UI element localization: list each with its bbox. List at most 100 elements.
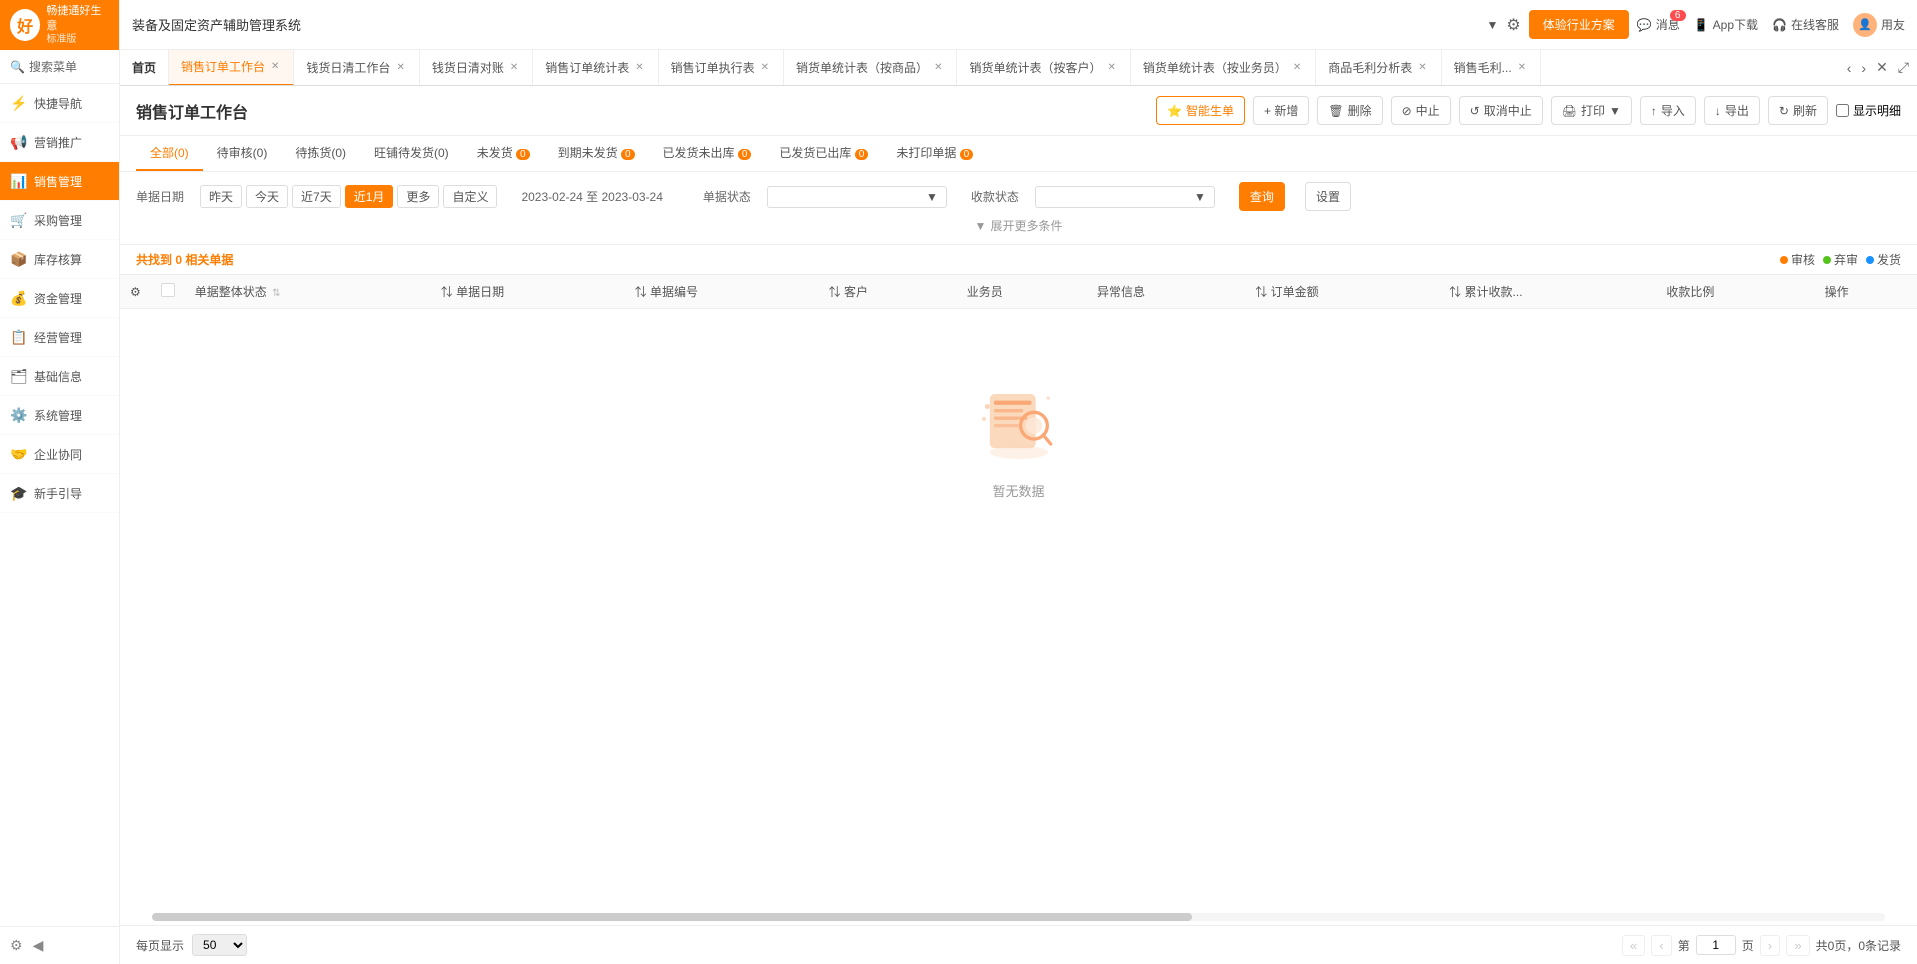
tab-close-order-stats[interactable]: ✕ (633, 61, 645, 74)
import-btn[interactable]: ↑ 导入 (1640, 96, 1696, 125)
first-page-btn[interactable]: « (1622, 935, 1645, 956)
show-detail-checkbox[interactable] (1836, 104, 1849, 117)
system-dropdown[interactable]: ▼ (1486, 18, 1498, 32)
tab-daily-clearance[interactable]: 钱货日清工作台 ✕ (294, 50, 419, 86)
tab-close-daily-reconcile[interactable]: ✕ (508, 61, 520, 74)
tab-sales-workbench[interactable]: 销售订单工作台 ✕ (169, 50, 294, 86)
tab-close-goods-stats[interactable]: ✕ (932, 61, 944, 74)
tab-close-sales-workbench[interactable]: ✕ (269, 60, 281, 73)
sidebar-item-basic[interactable]: 🗂 基础信息 (0, 357, 119, 396)
app-download-item[interactable]: 📱 App下载 (1694, 16, 1758, 33)
online-service-item[interactable]: 🎧 在线客服 (1772, 16, 1839, 33)
next-page-btn[interactable]: › (1760, 935, 1780, 956)
sidebar-item-finance[interactable]: 💰 资金管理 (0, 279, 119, 318)
th-settings[interactable]: ⚙ (120, 275, 151, 309)
sidebar-item-newbie[interactable]: 🎓 新手引导 (0, 474, 119, 513)
sidebar-item-sales[interactable]: 📊 销售管理 (0, 162, 119, 201)
tab-scroll-right-icon[interactable]: › (1857, 58, 1870, 78)
stop-btn[interactable]: ⊘ 中止 (1391, 96, 1451, 125)
subtab-unprinted[interactable]: 未打印单据 0 (882, 136, 987, 171)
tab-profit-analysis[interactable]: 商品毛利分析表 ✕ (1316, 50, 1441, 86)
tab-customer-stats[interactable]: 销货单统计表（按客户） ✕ (957, 50, 1130, 86)
payment-select[interactable]: ▼ (1035, 186, 1215, 208)
tab-close-order-execute[interactable]: ✕ (759, 61, 771, 74)
tab-goods-stats[interactable]: 销货单统计表（按商品） ✕ (784, 50, 957, 86)
select-all-checkbox[interactable] (161, 283, 175, 297)
tab-sales-profit[interactable]: 销售毛利... ✕ (1442, 50, 1541, 86)
sidebar-item-inventory[interactable]: 📦 库存核算 (0, 240, 119, 279)
print-btn[interactable]: 🖨 打印 ▼ (1551, 96, 1632, 125)
subtab-shipped-not-out[interactable]: 已发货未出库 0 (649, 136, 766, 171)
page-input[interactable] (1696, 935, 1736, 955)
ship-action[interactable]: 发货 (1866, 251, 1901, 268)
tab-scroll-left-icon[interactable]: ‹ (1843, 58, 1856, 78)
experience-btn[interactable]: 体验行业方案 (1529, 10, 1629, 39)
sidebar-item-quick-nav[interactable]: ⚡ 快捷导航 (0, 84, 119, 123)
subtab-shipped-out[interactable]: 已发货已出库 0 (765, 136, 882, 171)
th-bill-number[interactable]: ⇅ 单据编号 (625, 275, 819, 309)
user-item[interactable]: 👤 用友 (1853, 13, 1905, 37)
subtab-pending-pick[interactable]: 待拣货(0) (281, 136, 360, 171)
th-payment-ratio[interactable]: 收款比例 (1656, 275, 1814, 309)
show-detail-label[interactable]: 显示明细 (1836, 102, 1901, 119)
subtab-unshipped[interactable]: 未发货 0 (463, 136, 544, 171)
date-1month-btn[interactable]: 近1月 (345, 185, 394, 208)
delete-btn[interactable]: 🗑 删除 (1317, 96, 1382, 125)
last-page-btn[interactable]: » (1786, 935, 1809, 956)
query-btn[interactable]: 查询 (1239, 182, 1285, 211)
tab-salesman-stats[interactable]: 销货单统计表（按业务员） ✕ (1131, 50, 1316, 86)
th-exception[interactable]: 异常信息 (1087, 275, 1245, 309)
tab-close-daily-clearance[interactable]: ✕ (394, 61, 406, 74)
prev-page-btn[interactable]: ‹ (1651, 935, 1671, 956)
per-page-select[interactable]: 50 10 20 100 (192, 934, 247, 956)
sidebar-item-marketing[interactable]: 📢 营销推广 (0, 123, 119, 162)
date-custom-btn[interactable]: 自定义 (443, 185, 497, 208)
message-item[interactable]: 💬 消息 6 (1637, 16, 1680, 33)
topbar-settings-icon[interactable]: ⚙ (1506, 15, 1520, 35)
sidebar-search[interactable]: 🔍 搜索菜单 (0, 50, 119, 84)
tab-order-execute[interactable]: 销售订单执行表 ✕ (659, 50, 784, 86)
status-select[interactable]: ▼ (767, 186, 947, 208)
date-more-btn[interactable]: 更多 (397, 185, 439, 208)
smart-create-btn[interactable]: ⭐ 智能生单 (1156, 96, 1245, 125)
sidebar-item-operations[interactable]: 📋 经营管理 (0, 318, 119, 357)
tab-home[interactable]: 首页 (120, 50, 169, 86)
tab-close-profit-analysis[interactable]: ✕ (1416, 61, 1428, 74)
tab-daily-reconcile[interactable]: 钱货日清对账 ✕ (420, 50, 533, 86)
tab-close-customer-stats[interactable]: ✕ (1105, 61, 1117, 74)
new-btn[interactable]: + 新增 (1253, 96, 1309, 125)
column-settings-icon[interactable]: ⚙ (130, 285, 141, 299)
date-7days-btn[interactable]: 近7天 (292, 185, 341, 208)
export-btn[interactable]: ↓ 导出 (1704, 96, 1760, 125)
unreview-action[interactable]: 弃审 (1823, 251, 1858, 268)
tab-close-salesman-stats[interactable]: ✕ (1291, 61, 1303, 74)
collapse-icon[interactable]: ◀ (33, 937, 44, 954)
tab-close-all-icon[interactable]: ✕ (1872, 57, 1892, 78)
subtab-shop-pending[interactable]: 旺铺待发货(0) (360, 136, 463, 171)
th-amount[interactable]: ⇅ 订单金额 (1245, 275, 1439, 309)
review-action[interactable]: 审核 (1780, 251, 1815, 268)
date-yesterday-btn[interactable]: 昨天 (200, 185, 242, 208)
th-salesman[interactable]: 业务员 (957, 275, 1087, 309)
subtab-pending-review[interactable]: 待审核(0) (203, 136, 282, 171)
subtab-overdue-unshipped[interactable]: 到期未发货 0 (544, 136, 649, 171)
settings-btn[interactable]: 设置 (1305, 182, 1351, 211)
date-today-btn[interactable]: 今天 (246, 185, 288, 208)
horizontal-scrollbar[interactable] (152, 913, 1885, 921)
scrollbar-thumb[interactable] (152, 913, 1192, 921)
th-bill-status[interactable]: 单据整体状态 ⇅ (185, 275, 431, 309)
refresh-btn[interactable]: ↻ 刷新 (1768, 96, 1828, 125)
settings-gear-icon[interactable]: ⚙ (10, 937, 23, 954)
th-bill-date[interactable]: ⇅ 单据日期 (431, 275, 625, 309)
th-checkbox[interactable] (151, 275, 185, 309)
tab-close-sales-profit[interactable]: ✕ (1516, 61, 1528, 74)
sidebar-item-system[interactable]: ⚙️ 系统管理 (0, 396, 119, 435)
tab-order-stats[interactable]: 销售订单统计表 ✕ (533, 50, 658, 86)
expand-conditions[interactable]: ▼ 展开更多条件 (136, 217, 1901, 234)
th-cumulative[interactable]: ⇅ 累计收款... (1439, 275, 1656, 309)
sidebar-item-purchase[interactable]: 🛒 采购管理 (0, 201, 119, 240)
tab-expand-icon[interactable]: ⤢ (1894, 57, 1913, 78)
cancel-stop-btn[interactable]: ↺ 取消中止 (1459, 96, 1543, 125)
th-customer[interactable]: ⇅ 客户 (819, 275, 957, 309)
sidebar-item-enterprise[interactable]: 🤝 企业协同 (0, 435, 119, 474)
